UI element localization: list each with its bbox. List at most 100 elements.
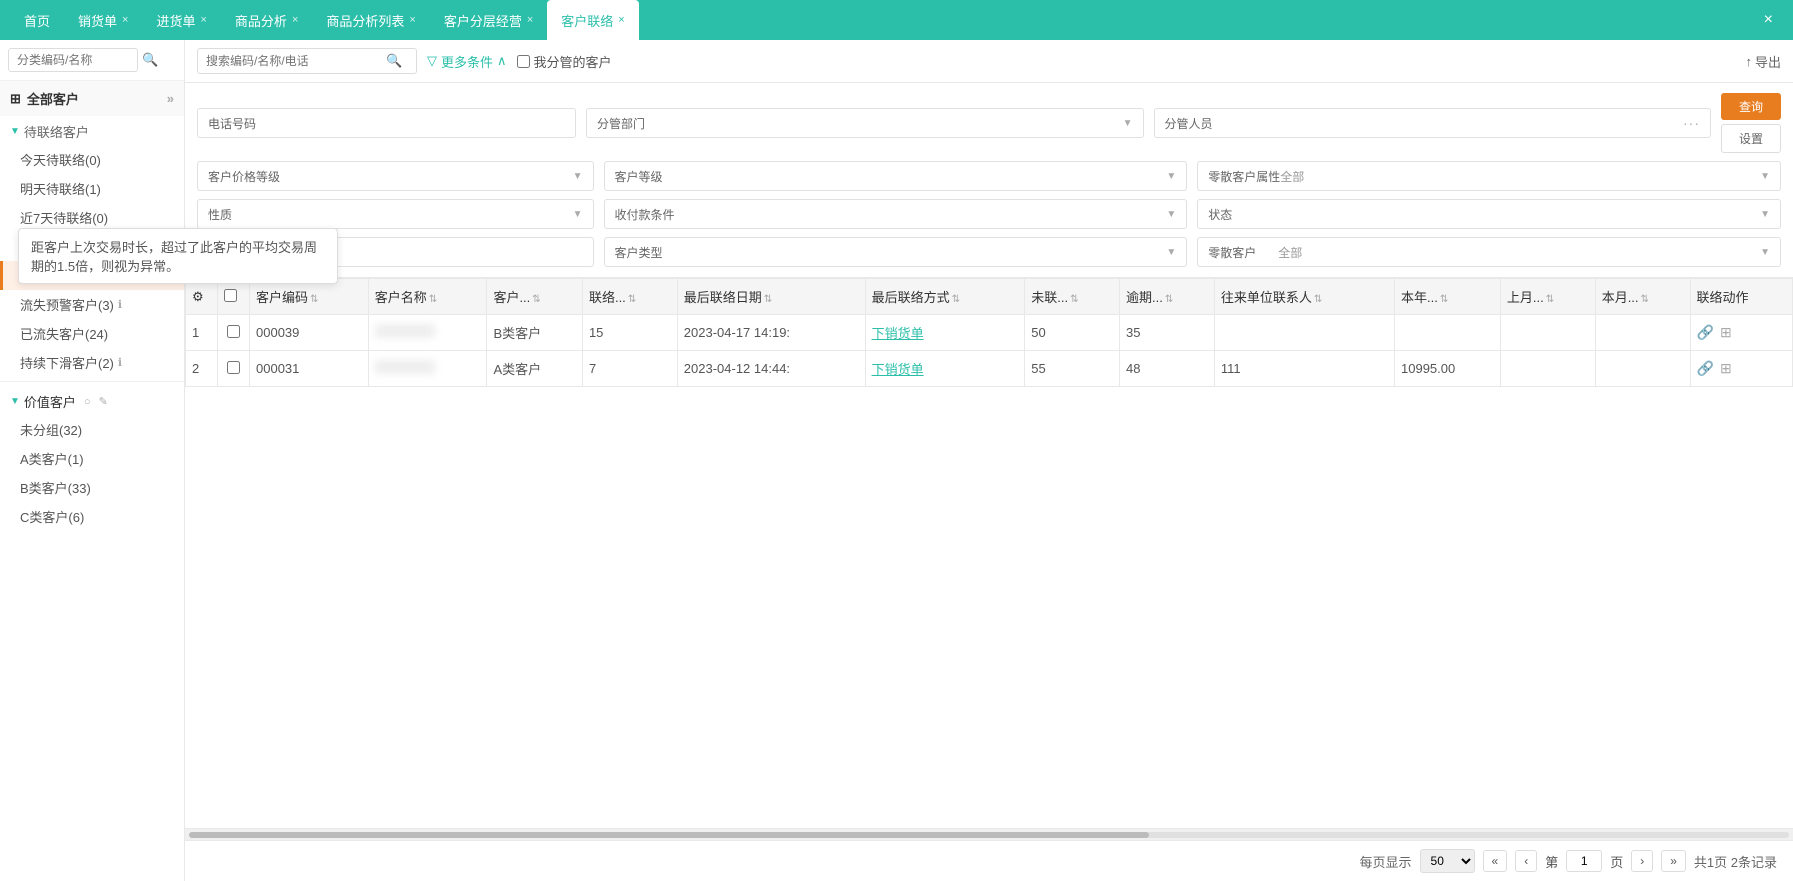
manager-field[interactable]: 分管人员 ··· bbox=[1154, 108, 1712, 138]
next-page-btn[interactable]: › bbox=[1631, 850, 1653, 872]
filter-search-icon[interactable]: 🔍 bbox=[386, 53, 402, 69]
window-close-icon[interactable]: × bbox=[1754, 11, 1783, 29]
pagination-bar: 每页显示 50 100 « ‹ 第 页 › » 共1页 2条记录 bbox=[185, 840, 1793, 881]
nav-product-analysis-list[interactable]: 商品分析列表 × bbox=[312, 0, 429, 40]
sidebar-search-icon[interactable]: 🔍 bbox=[142, 52, 158, 68]
filter-row-1: 电话号码 分管部门 ▼ 分管人员 ··· 查询 设置 bbox=[197, 93, 1781, 153]
nav-home[interactable]: 首页 bbox=[10, 0, 64, 40]
row1-not-contacted: 50 bbox=[1025, 315, 1120, 351]
sidebar-divider bbox=[0, 381, 184, 382]
gender-dropdown-icon: ▼ bbox=[573, 209, 583, 220]
horizontal-scrollbar[interactable] bbox=[185, 828, 1793, 840]
row2-grid-icon[interactable]: ⊞ bbox=[1720, 360, 1732, 377]
dept-dropdown-icon: ▼ bbox=[1123, 118, 1133, 129]
close-customer-contact-icon[interactable]: × bbox=[618, 14, 624, 26]
dept-field[interactable]: 分管部门 ▼ bbox=[586, 108, 1144, 138]
row1-link-icon[interactable]: 🔗 bbox=[1697, 324, 1714, 341]
col-not-contacted[interactable]: 未联...⇅ bbox=[1025, 279, 1120, 315]
prev-page-btn[interactable]: ‹ bbox=[1515, 850, 1537, 872]
col-last-contact-date[interactable]: 最后联络日期⇅ bbox=[677, 279, 865, 315]
col-contact-count[interactable]: 联络...⇅ bbox=[582, 279, 677, 315]
col-overdue[interactable]: 逾期...⇅ bbox=[1120, 279, 1215, 315]
retail-attr-field[interactable]: 零散客户属性 全部 ▼ bbox=[1197, 161, 1781, 191]
my-customers-checkbox[interactable] bbox=[517, 55, 530, 68]
nav-customer-segmentation[interactable]: 客户分层经营 × bbox=[430, 0, 547, 40]
col-contact-person[interactable]: 往来单位联系人⇅ bbox=[1214, 279, 1394, 315]
row2-checkbox[interactable] bbox=[218, 351, 250, 387]
scrollbar-track[interactable] bbox=[189, 832, 1789, 838]
sidebar-item-class-a[interactable]: A类客户(1) bbox=[0, 444, 184, 473]
sidebar-item-class-b[interactable]: B类客户(33) bbox=[0, 473, 184, 502]
filter-search-input[interactable] bbox=[206, 54, 386, 68]
scrollbar-thumb[interactable] bbox=[189, 832, 1149, 838]
customer-type-field[interactable]: 客户类型 ▼ bbox=[604, 237, 1188, 267]
first-page-btn[interactable]: « bbox=[1483, 850, 1508, 872]
row1-grid-icon[interactable]: ⊞ bbox=[1720, 324, 1732, 341]
close-product-analysis-list-icon[interactable]: × bbox=[409, 14, 415, 26]
row1-name-blurred bbox=[375, 324, 435, 338]
nav-sales-order[interactable]: 销货单 × bbox=[64, 0, 142, 40]
grid-icon: ⊞ bbox=[10, 91, 21, 107]
sidebar-item-lost[interactable]: 已流失客户(24) bbox=[0, 319, 184, 348]
row1-checkbox[interactable] bbox=[218, 315, 250, 351]
sort-lastmonth-icon: ⇅ bbox=[1546, 294, 1554, 305]
value-customers-header: ▼ 价值客户 ○ ✎ bbox=[0, 386, 184, 415]
col-name[interactable]: 客户名称⇅ bbox=[368, 279, 487, 315]
sidebar: 🔍 ⊞ 全部客户 » ▼ 待联络客户 今天待联络(0) 明天待联络(1) 近7天… bbox=[0, 40, 185, 881]
close-purchase-order-icon[interactable]: × bbox=[200, 14, 206, 26]
nav-product-analysis[interactable]: 商品分析 × bbox=[221, 0, 312, 40]
row1-last-method[interactable]: 下销货单 bbox=[865, 315, 1025, 351]
select-all-checkbox[interactable] bbox=[224, 289, 237, 302]
page-input[interactable] bbox=[1566, 850, 1602, 872]
close-sales-order-icon[interactable]: × bbox=[122, 14, 128, 26]
nav-customer-contact[interactable]: 客户联络 × bbox=[547, 0, 638, 40]
payment-field[interactable]: 收付款条件 ▼ bbox=[604, 199, 1188, 229]
sidebar-item-tomorrow-pending[interactable]: 明天待联络(1) bbox=[0, 174, 184, 203]
declining-info-icon[interactable]: ℹ bbox=[118, 356, 122, 369]
sidebar-item-declining[interactable]: 持续下滑客户(2) ℹ bbox=[0, 348, 184, 377]
col-last-month[interactable]: 上月...⇅ bbox=[1500, 279, 1595, 315]
gender-field[interactable]: 性质 ▼ bbox=[197, 199, 594, 229]
col-this-month[interactable]: 本月...⇅ bbox=[1595, 279, 1690, 315]
settings-btn[interactable]: 设置 bbox=[1721, 124, 1781, 153]
row2-link-icon[interactable]: 🔗 bbox=[1697, 360, 1714, 377]
sidebar-item-lost-preview[interactable]: 流失预警客户(3) ℹ bbox=[0, 290, 184, 319]
row2-actions: 🔗 ⊞ bbox=[1690, 351, 1792, 387]
row1-overdue: 35 bbox=[1120, 315, 1215, 351]
col-customer-type[interactable]: 客户...⇅ bbox=[487, 279, 583, 315]
status-dropdown-icon: ▼ bbox=[1760, 209, 1770, 220]
sidebar-item-class-c[interactable]: C类客户(6) bbox=[0, 502, 184, 531]
price-level-field[interactable]: 客户价格等级 ▼ bbox=[197, 161, 594, 191]
col-this-year[interactable]: 本年...⇅ bbox=[1395, 279, 1501, 315]
lost-preview-info-icon[interactable]: ℹ bbox=[118, 298, 122, 311]
row1-contact-count: 15 bbox=[582, 315, 677, 351]
sort-type-icon: ⇅ bbox=[532, 294, 540, 305]
row1-select[interactable] bbox=[227, 325, 240, 338]
nav-purchase-order[interactable]: 进货单 × bbox=[142, 0, 220, 40]
all-customers-header[interactable]: ⊞ 全部客户 » bbox=[0, 81, 184, 116]
last-page-btn[interactable]: » bbox=[1661, 850, 1686, 872]
edit-icon[interactable]: ○ bbox=[84, 396, 91, 408]
more-conditions-btn[interactable]: ▽ 更多条件 ∧ bbox=[427, 52, 507, 71]
status-field[interactable]: 状态 ▼ bbox=[1197, 199, 1781, 229]
row2-select[interactable] bbox=[227, 361, 240, 374]
retail-field[interactable]: 零散客户 全部 ▼ bbox=[1197, 237, 1781, 267]
sort-code-icon: ⇅ bbox=[310, 294, 318, 305]
close-customer-segmentation-icon[interactable]: × bbox=[527, 14, 533, 26]
row1-index: 1 bbox=[186, 315, 218, 351]
query-btn[interactable]: 查询 bbox=[1721, 93, 1781, 120]
col-last-contact-method[interactable]: 最后联络方式⇅ bbox=[865, 279, 1025, 315]
settings-small-icon[interactable]: ✎ bbox=[99, 395, 108, 408]
sidebar-item-today-pending[interactable]: 今天待联络(0) bbox=[0, 145, 184, 174]
sidebar-item-ungrouped[interactable]: 未分组(32) bbox=[0, 415, 184, 444]
row2-last-method[interactable]: 下销货单 bbox=[865, 351, 1025, 387]
close-product-analysis-icon[interactable]: × bbox=[292, 14, 298, 26]
sidebar-search-input[interactable] bbox=[8, 48, 138, 72]
page-size-select[interactable]: 50 100 bbox=[1420, 849, 1475, 873]
sidebar-search-area: 🔍 bbox=[0, 40, 184, 81]
export-btn[interactable]: ↑ 导出 bbox=[1745, 52, 1781, 71]
customer-level-field[interactable]: 客户等级 ▼ bbox=[604, 161, 1188, 191]
collapse-icon[interactable]: » bbox=[167, 91, 174, 106]
row2-contact-person: 111 bbox=[1214, 351, 1394, 387]
phone-field[interactable]: 电话号码 bbox=[197, 108, 576, 138]
